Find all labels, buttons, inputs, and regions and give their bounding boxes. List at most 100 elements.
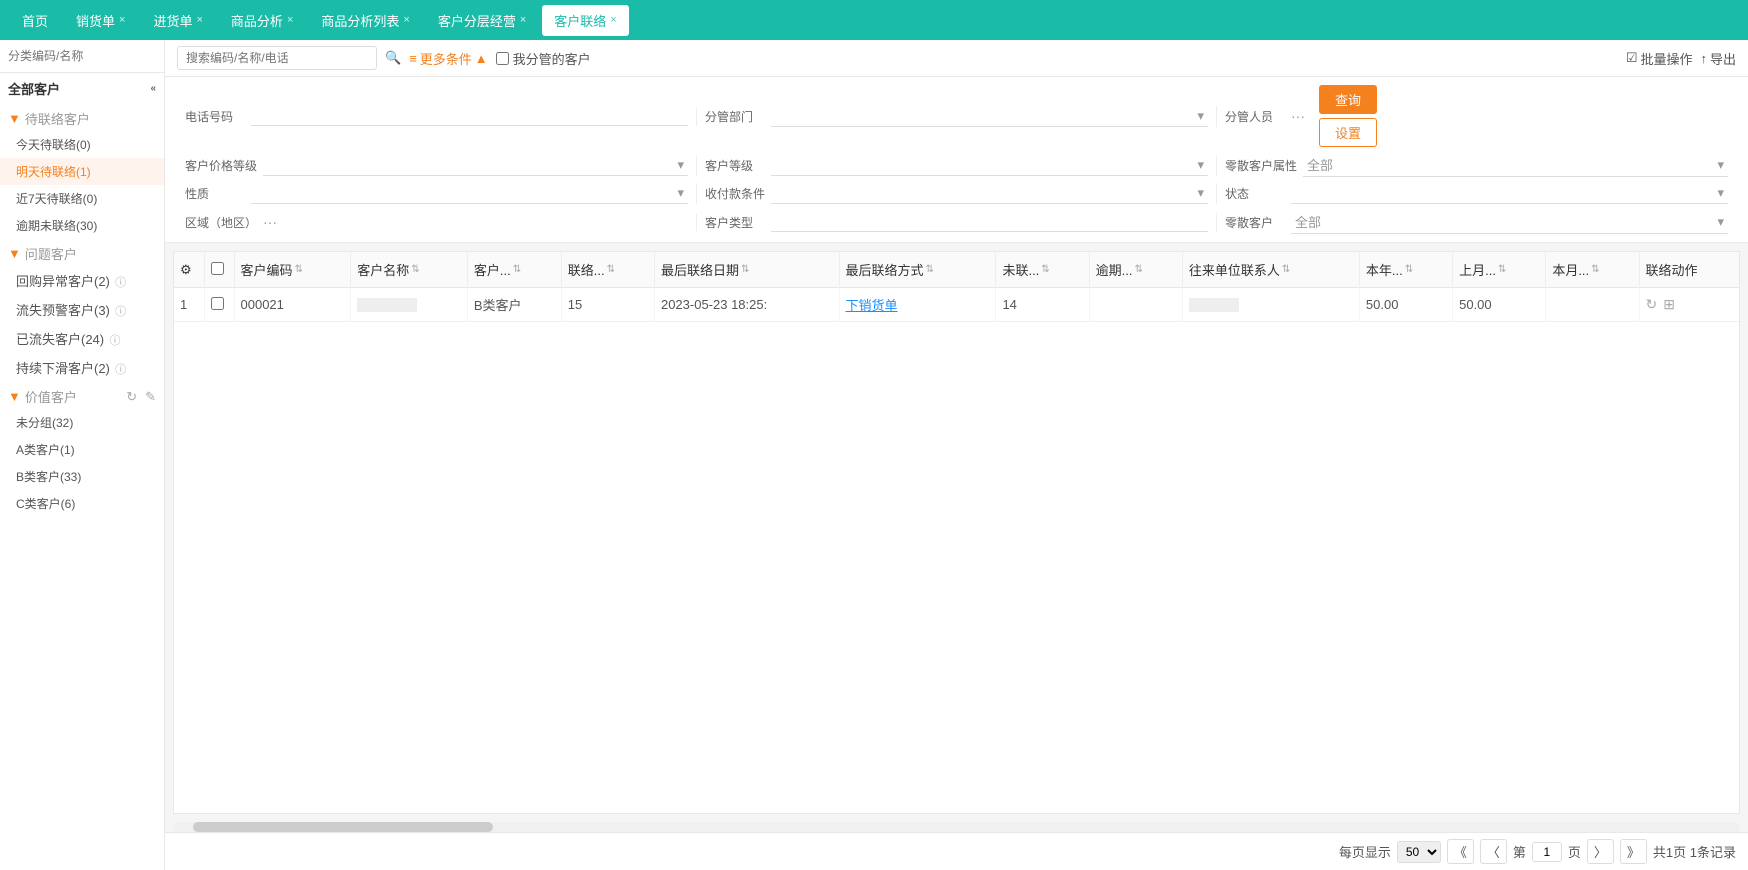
page-of-label: 页 (1568, 842, 1581, 861)
sidebar-all-customers[interactable]: 全部客户 « (0, 73, 164, 104)
sidebar-item-class-a[interactable]: A类客户(1) (0, 436, 164, 463)
nav-sales-close[interactable]: × (119, 14, 125, 26)
filter-status: 状态 ▾ (1217, 183, 1736, 204)
filter-payment-select[interactable]: ▾ (771, 183, 1208, 204)
nav-product-analysis-list[interactable]: 商品分析列表 × (309, 5, 421, 36)
sidebar-item-lost-warning[interactable]: 流失预警客户(3) ⓘ (0, 295, 164, 324)
filter-price-level: 客户价格等级 ▾ (177, 155, 697, 176)
prev-page-button[interactable]: 〈 (1480, 839, 1507, 864)
filter-retail-select[interactable]: 全部▾ (1291, 210, 1728, 234)
page-size-select[interactable]: 50 (1397, 841, 1441, 863)
sort-icon-code[interactable]: ⇅ (295, 264, 303, 275)
action-icons: ↻ ⊞ (1646, 296, 1733, 313)
sidebar-item-today[interactable]: 今天待联络(0) (0, 131, 164, 158)
row-this-year: 50.00 (1359, 288, 1452, 322)
sidebar-item-class-c[interactable]: C类客户(6) (0, 490, 164, 517)
nav-home[interactable]: 首页 (10, 5, 60, 36)
nav-product-analysis[interactable]: 商品分析 × (219, 5, 305, 36)
export-button[interactable]: ↑ 导出 (1700, 49, 1736, 68)
row-index: 1 (174, 288, 204, 322)
my-customers-checkbox[interactable] (496, 52, 509, 65)
row-last-method[interactable]: 下销货单 (839, 288, 996, 322)
nav-customer-contact-close[interactable]: × (610, 14, 616, 26)
last-method-link[interactable]: 下销货单 (846, 298, 898, 313)
col-checkbox[interactable] (204, 252, 234, 288)
filter-retail-label: 零散客户 (1225, 214, 1285, 231)
advanced-filter-panel: 电话号码 分管部门 ▾ 分管人员 ··· 查询 设置 (165, 77, 1748, 243)
batch-operation-button[interactable]: ☑ 批量操作 (1626, 49, 1693, 68)
col-actions: 联络动作 (1639, 252, 1739, 288)
nav-customer-tier-close[interactable]: × (520, 14, 526, 26)
filter-cust-type: 客户类型 (697, 213, 1217, 232)
sort-icon-this-year[interactable]: ⇅ (1405, 264, 1413, 275)
col-this-year: 本年...⇅ (1359, 252, 1452, 288)
row-checkbox[interactable] (204, 288, 234, 322)
sidebar-collapse-icon[interactable]: « (150, 83, 156, 94)
sort-icon-contact[interactable]: ⇅ (607, 264, 615, 275)
select-all-checkbox[interactable] (211, 262, 224, 275)
settings-button[interactable]: 设置 (1319, 118, 1377, 147)
search-icon[interactable]: 🔍 (385, 50, 401, 66)
sort-icon-last-date[interactable]: ⇅ (741, 264, 749, 275)
row-select-checkbox[interactable] (211, 297, 224, 310)
nav-purchase-close[interactable]: × (196, 14, 202, 26)
filter-phone-input[interactable] (251, 107, 688, 126)
sidebar-item-overdue[interactable]: 逾期未联络(30) (0, 212, 164, 239)
sort-icon-last-method[interactable]: ⇅ (926, 264, 934, 275)
filter-right-actions: ☑ 批量操作 ↑ 导出 (1626, 49, 1736, 68)
filter-retail-attr-select[interactable]: 全部▾ (1303, 153, 1728, 177)
filter-person-dots[interactable]: ··· (1291, 108, 1305, 124)
more-conditions-button[interactable]: ≡ 更多条件 ▲ (409, 49, 487, 68)
query-button[interactable]: 查询 (1319, 85, 1377, 114)
nav-customer-contact[interactable]: 客户联络 × (542, 5, 628, 36)
sidebar-item-7days[interactable]: 近7天待联络(0) (0, 185, 164, 212)
sort-icon-this-month[interactable]: ⇅ (1591, 264, 1599, 275)
sidebar-item-ungrouped[interactable]: 未分组(32) (0, 409, 164, 436)
action-grid-icon[interactable]: ⊞ (1663, 296, 1675, 313)
filter-nature-label: 性质 (185, 185, 245, 202)
sidebar-item-class-b[interactable]: B类客户(33) (0, 463, 164, 490)
sort-icon-person[interactable]: ⇅ (1282, 264, 1290, 275)
filter-search-input[interactable] (177, 46, 377, 70)
nav-product-analysis-close[interactable]: × (287, 14, 293, 26)
filter-dept-select[interactable]: ▾ (771, 106, 1208, 127)
page-number-input[interactable] (1532, 842, 1562, 862)
sort-icon-overdue[interactable]: ⇅ (1135, 264, 1143, 275)
filter-cust-type-input[interactable] (771, 213, 1208, 232)
table-row: 1 000021 B类客户 15 2023-05-23 18:25: 下销货单 … (174, 288, 1739, 322)
scrollbar-thumb[interactable] (193, 822, 493, 832)
row-last-month: 50.00 (1453, 288, 1546, 322)
nav-sales[interactable]: 销货单 × (64, 5, 137, 36)
first-page-button[interactable]: 《 (1447, 839, 1474, 864)
filter-dept-label: 分管部门 (705, 108, 765, 125)
sort-icon-category[interactable]: ⇅ (513, 264, 521, 275)
chevron-up-icon: ▲ (475, 51, 488, 66)
sidebar-item-tomorrow[interactable]: 明天待联络(1) (0, 158, 164, 185)
filter-retail-attr-label: 零散客户属性 (1225, 157, 1297, 174)
filter-row-3: 性质 ▾ 收付款条件 ▾ 状态 ▾ (177, 183, 1736, 204)
sidebar-item-lost[interactable]: 已流失客户(24) ⓘ (0, 324, 164, 353)
horizontal-scrollbar[interactable] (173, 822, 1740, 832)
filter-price-level-select[interactable]: ▾ (263, 155, 688, 176)
sidebar-search-input[interactable] (8, 49, 163, 63)
filter-nature-select[interactable]: ▾ (251, 183, 688, 204)
sidebar: 🔍 全部客户 « ▼ 待联络客户 今天待联络(0) 明天待联络(1) 近7天待联… (0, 40, 165, 870)
filter-price-level-label: 客户价格等级 (185, 157, 257, 174)
filter-cust-level-select[interactable]: ▾ (771, 155, 1208, 176)
filter-region-dots[interactable]: ··· (263, 214, 277, 230)
my-customers-label[interactable]: 我分管的客户 (496, 49, 591, 68)
sort-icon-name[interactable]: ⇅ (411, 264, 419, 275)
row-actions: ↻ ⊞ (1639, 288, 1739, 322)
next-page-button[interactable]: 〉 (1587, 839, 1614, 864)
last-page-button[interactable]: 》 (1620, 839, 1647, 864)
col-settings[interactable]: ⚙ (174, 252, 204, 288)
sidebar-item-declining[interactable]: 持续下滑客户(2) ⓘ (0, 353, 164, 382)
nav-customer-tier[interactable]: 客户分层经营 × (426, 5, 538, 36)
sidebar-item-repurchase[interactable]: 回购异常客户(2) ⓘ (0, 266, 164, 295)
filter-status-select[interactable]: ▾ (1291, 183, 1728, 204)
action-refresh-icon[interactable]: ↻ (1646, 296, 1658, 313)
nav-purchase[interactable]: 进货单 × (141, 5, 214, 36)
nav-product-analysis-list-close[interactable]: × (403, 14, 409, 26)
sort-icon-last-month[interactable]: ⇅ (1498, 264, 1506, 275)
sort-icon-uncontacted[interactable]: ⇅ (1041, 264, 1049, 275)
